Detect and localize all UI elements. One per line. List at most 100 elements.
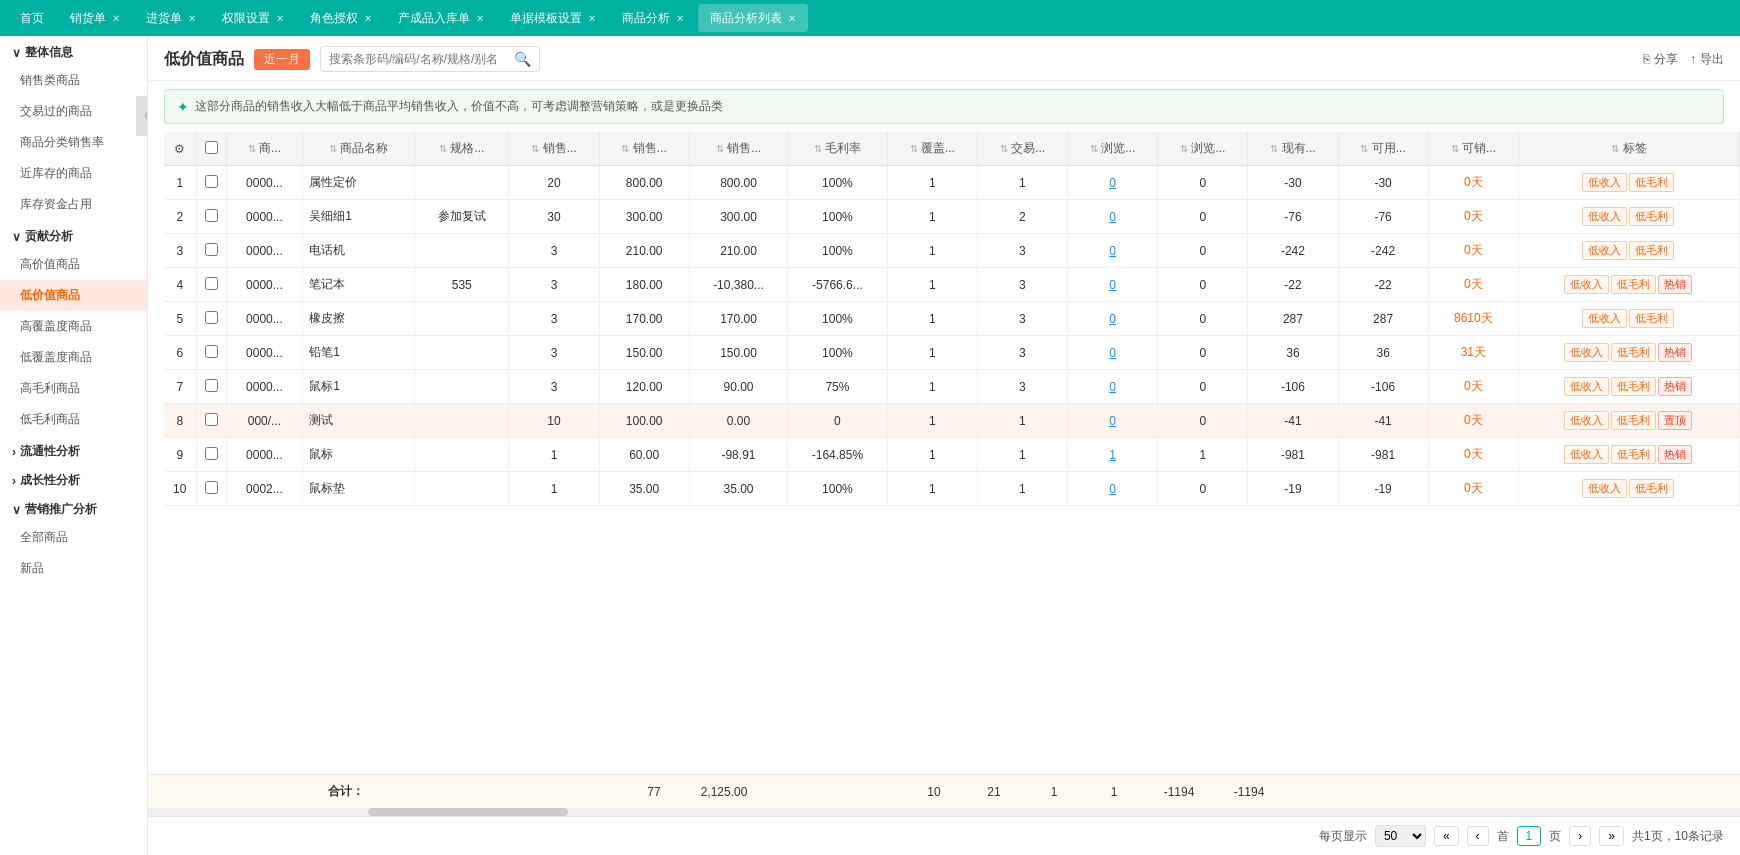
sidebar-group-liquidity[interactable]: › 流通性分析 [0,435,147,464]
browse-link[interactable]: 0 [1109,380,1116,394]
sidebar-item-high-value[interactable]: 高价值商品 [0,249,147,280]
tag-badge: 低毛利 [1611,343,1656,362]
row-checkbox-cell[interactable] [196,370,226,404]
row-checkbox-cell[interactable] [196,404,226,438]
last-page-button[interactable]: » [1599,826,1624,846]
row-tags: 低收入低毛利 [1518,472,1739,506]
row-checkbox[interactable] [205,175,218,188]
row-sales-qty: 1 [509,438,599,472]
per-page-select[interactable]: 50 20 100 [1375,825,1426,847]
row-checkbox[interactable] [205,447,218,460]
row-num-cell: 5 [164,302,196,336]
row-checkbox[interactable] [205,345,218,358]
sidebar-group-overall[interactable]: ∨ 整体信息 [0,36,147,65]
row-checkbox[interactable] [205,209,218,222]
row-checkbox-cell[interactable] [196,336,226,370]
nav-role[interactable]: 角色授权 ✕ [298,4,384,32]
close-goods-list-icon[interactable]: ✕ [788,13,796,24]
browse-link[interactable]: 1 [1109,448,1116,462]
close-role-icon[interactable]: ✕ [364,13,372,24]
browse-link[interactable]: 0 [1109,278,1116,292]
row-browse1: 0 [1068,166,1158,200]
sidebar-collapse-button[interactable]: 《 [136,96,148,136]
sidebar-item-traded-goods[interactable]: 交易过的商品 [0,96,147,127]
close-permission-icon[interactable]: ✕ [276,13,284,24]
share-button[interactable]: ⎘ 分享 [1643,51,1678,68]
row-checkbox-cell[interactable] [196,472,226,506]
sidebar-item-low-profit[interactable]: 低毛利商品 [0,404,147,435]
row-checkbox-cell[interactable] [196,302,226,336]
browse-link[interactable]: 0 [1109,414,1116,428]
first-page-button[interactable]: « [1434,826,1459,846]
tag-badge: 低毛利 [1611,377,1656,396]
browse-link[interactable]: 0 [1109,482,1116,496]
row-code: 0000... [226,268,303,302]
prev-page-button[interactable]: ‹ [1467,826,1489,846]
browse-link[interactable]: 0 [1109,312,1116,326]
sidebar-item-low-value[interactable]: 低价值商品 [0,280,147,311]
search-icon[interactable]: 🔍 [514,51,531,67]
nav-product-warehouse[interactable]: 产成品入库单 ✕ [386,4,496,32]
total-available: -1194 [1214,785,1284,799]
close-template-icon[interactable]: ✕ [588,13,596,24]
browse-link[interactable]: 0 [1109,176,1116,190]
row-checkbox-cell[interactable] [196,268,226,302]
sidebar-item-category-sales[interactable]: 商品分类销售率 [0,127,147,158]
row-gross-rate: 100% [788,472,887,506]
close-goods-analysis-icon[interactable]: ✕ [676,13,684,24]
row-checkbox-cell[interactable] [196,200,226,234]
tag-badge: 热销 [1658,343,1692,362]
row-checkbox[interactable] [205,311,218,324]
sidebar-item-all-goods[interactable]: 全部商品 [0,522,147,553]
nav-goods-analysis[interactable]: 商品分析 ✕ [610,4,696,32]
row-spec [415,336,509,370]
row-browse2: 0 [1158,302,1248,336]
nav-template[interactable]: 单据模板设置 ✕ [498,4,608,32]
row-browse2: 0 [1158,200,1248,234]
row-checkbox-cell[interactable] [196,234,226,268]
chevron-down-icon2: ∨ [12,230,21,244]
row-tags: 低收入低毛利热销 [1518,370,1739,404]
row-current: -242 [1248,234,1338,268]
row-checkbox[interactable] [205,413,218,426]
row-checkbox[interactable] [205,481,218,494]
sidebar-group-growth[interactable]: › 成长性分析 [0,464,147,493]
sidebar-item-high-profit[interactable]: 高毛利商品 [0,373,147,404]
sidebar-item-inventory-fund[interactable]: 库存资金占用 [0,189,147,220]
nav-goods-list[interactable]: 商品分析列表 ✕ [698,4,808,32]
row-sales-amount: 120.00 [599,370,689,404]
export-button[interactable]: ↑ 导出 [1690,51,1724,68]
nav-permission[interactable]: 权限设置 ✕ [210,4,296,32]
close-purchase-icon[interactable]: ✕ [188,13,196,24]
close-product-warehouse-icon[interactable]: ✕ [476,13,484,24]
browse-link[interactable]: 0 [1109,210,1116,224]
close-sales-icon[interactable]: ✕ [112,13,120,24]
sidebar-item-sales-goods[interactable]: 销售类商品 [0,65,147,96]
col-checkbox[interactable] [196,132,226,166]
select-all-checkbox[interactable] [205,141,218,154]
row-checkbox-cell[interactable] [196,438,226,472]
search-input[interactable] [329,52,508,66]
next-page-button[interactable]: › [1569,826,1591,846]
search-box: 🔍 [320,46,540,72]
nav-sales[interactable]: 销货单 ✕ [58,4,132,32]
nav-home[interactable]: 首页 [8,4,56,32]
row-checkbox[interactable] [205,277,218,290]
sidebar-group-contribution[interactable]: ∨ 贡献分析 [0,220,147,249]
horizontal-scrollbar[interactable] [148,808,1740,816]
sidebar-item-new-goods[interactable]: 新品 [0,553,147,584]
sidebar-item-low-coverage[interactable]: 低覆盖度商品 [0,342,147,373]
browse-link[interactable]: 0 [1109,346,1116,360]
sidebar-item-high-coverage[interactable]: 高覆盖度商品 [0,311,147,342]
row-checkbox[interactable] [205,243,218,256]
nav-purchase[interactable]: 进货单 ✕ [134,4,208,32]
top-navigation: 首页 销货单 ✕ 进货单 ✕ 权限设置 ✕ 角色授权 ✕ 产成品入库单 ✕ 单据… [0,0,1740,36]
col-settings[interactable]: ⚙ [164,132,196,166]
scrollbar-thumb[interactable] [368,808,568,816]
row-checkbox[interactable] [205,379,218,392]
browse-link[interactable]: 0 [1109,244,1116,258]
row-checkbox-cell[interactable] [196,166,226,200]
sidebar-item-near-inventory[interactable]: 近库存的商品 [0,158,147,189]
sidebar-group-marketing[interactable]: ∨ 营销推广分析 [0,493,147,522]
filter-button[interactable]: 近一月 [254,49,310,70]
